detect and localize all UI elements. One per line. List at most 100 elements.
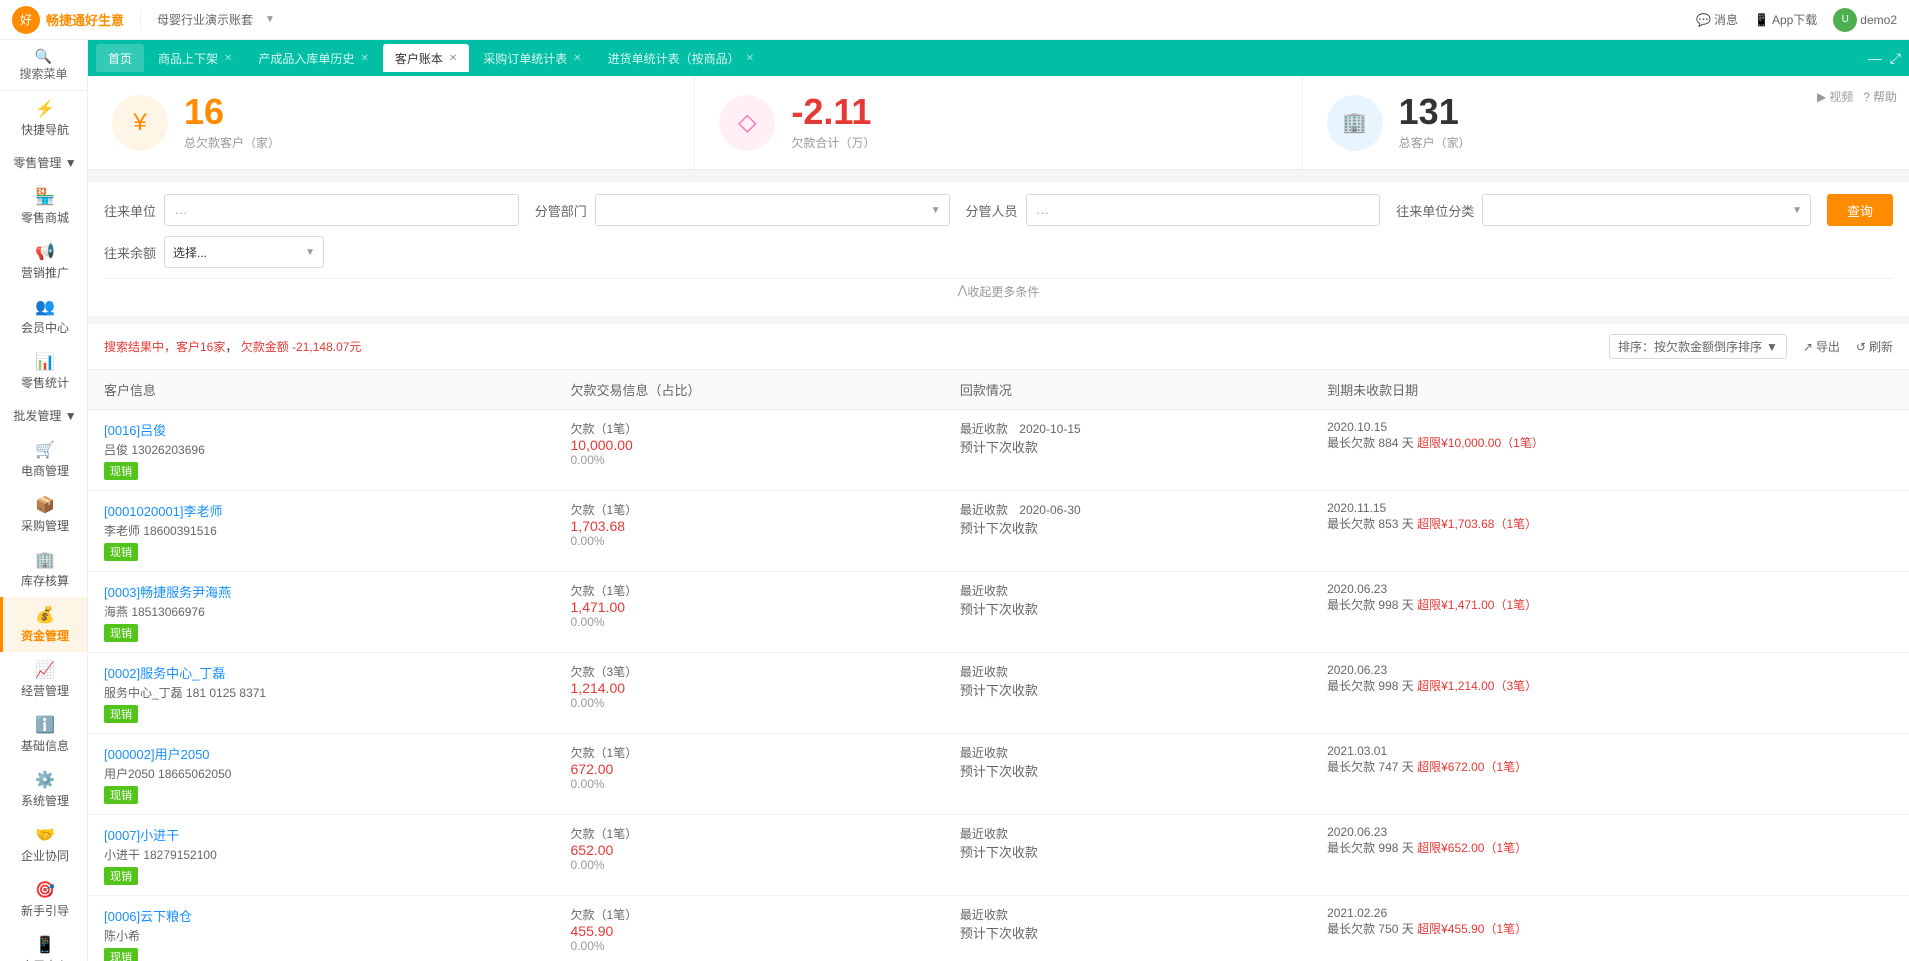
help-btn[interactable]: ? 帮助 — [1863, 88, 1897, 105]
customer-code-5[interactable]: [0007]小进干 — [104, 825, 539, 844]
from-unit-input[interactable]: ... — [164, 194, 519, 226]
customer-code-1[interactable]: [0001020001]李老师 — [104, 501, 539, 520]
overdue-amount-4[interactable]: 超限¥672.00（1笔） — [1417, 760, 1527, 774]
sidebar-item-ecommerce[interactable]: 🛒 电商管理 — [0, 432, 87, 487]
app-download-btn[interactable]: 📱 App下载 — [1754, 11, 1817, 28]
video-btn[interactable]: ▶ 视频 — [1817, 88, 1853, 105]
sidebar-item-member[interactable]: 👥 会员中心 — [0, 289, 87, 344]
tab-purchase-stats-close[interactable]: ✕ — [746, 53, 754, 64]
tab-product-history[interactable]: 产成品入库单历史 ✕ — [246, 44, 380, 72]
tab-bar: 首页 商品上下架 ✕ 产成品入库单历史 ✕ 客户账本 ✕ 采购订单统计表 ✕ 进… — [88, 40, 1909, 76]
refresh-btn[interactable]: ↺ 刷新 — [1856, 338, 1893, 355]
sidebar-item-enterprise[interactable]: 🤝 企业协同 — [0, 817, 87, 872]
sidebar-item-retail-stats[interactable]: 📊 零售统计 — [0, 344, 87, 399]
logo-icon: 好 — [12, 6, 40, 34]
purchase-icon: 📦 — [7, 495, 83, 515]
export-btn[interactable]: ↗ 导出 — [1803, 338, 1840, 355]
filter-area: 往来单位 ... 分管部门 ▼ 分管人员 — [88, 182, 1909, 316]
tab-maximize-btn[interactable]: ⤢ — [1890, 50, 1901, 67]
last-collect-label-5: 最近收款 — [960, 827, 1008, 841]
overdue-amount-5[interactable]: 超限¥652.00（1笔） — [1417, 841, 1527, 855]
debt-amount-3[interactable]: 1,214.00 — [571, 680, 928, 696]
tab-product-history-close[interactable]: ✕ — [360, 53, 368, 64]
debt-count-2: 欠款（1笔） — [571, 582, 928, 599]
balance-select[interactable]: 选择... ▼ — [164, 236, 324, 268]
data-table: 客户信息 欠款交易信息（占比） 回款情况 到期未收款日期 [0016]吕俊 吕俊… — [88, 370, 1909, 961]
collection-cell-1: 最近收款 2020-06-30 预计下次收款 — [944, 491, 1311, 572]
customer-cell-4: [000002]用户2050 用户2050 18665062050 现销 — [88, 734, 555, 815]
table-summary: 搜索结果中，客户16家， 欠款金额 -21,148.07元 — [104, 338, 361, 355]
tab-purchase-stats[interactable]: 进货单统计表（按商品） ✕ — [596, 44, 766, 72]
customer-code-3[interactable]: [0002]服务中心_丁磊 — [104, 663, 539, 682]
overdue-cell-4: 2021.03.01 最长欠款 747 天 超限¥672.00（1笔） — [1311, 734, 1909, 815]
customer-cell-5: [0007]小进干 小进干 18279152100 现销 — [88, 815, 555, 896]
sidebar-item-app-center[interactable]: 📱 应用中心 — [0, 927, 87, 961]
overdue-amount-0[interactable]: 超限¥10,000.00（1笔） — [1417, 436, 1544, 450]
sidebar-item-basic-info[interactable]: ℹ️ 基础信息 — [0, 707, 87, 762]
person-input[interactable]: ... — [1026, 194, 1381, 226]
table-header-bar: 搜索结果中，客户16家， 欠款金额 -21,148.07元 排序：按欠款金额倒序… — [88, 324, 1909, 370]
tab-product-listing-close[interactable]: ✕ — [224, 53, 232, 64]
top-bar-left: 好 畅捷通好生意 母婴行业演示账套 ▼ — [12, 6, 275, 34]
overdue-amount-1[interactable]: 超限¥1,703.68（1笔） — [1417, 517, 1537, 531]
debt-amount-6[interactable]: 455.90 — [571, 923, 928, 939]
sidebar-item-system[interactable]: ⚙️ 系统管理 — [0, 762, 87, 817]
col-overdue: 到期未收款日期 — [1311, 370, 1909, 410]
tab-home[interactable]: 首页 — [96, 44, 144, 72]
sort-select[interactable]: 排序：按欠款金额倒序排序 ▼ — [1609, 334, 1787, 359]
tab-purchase-order-close[interactable]: ✕ — [573, 53, 581, 64]
search-button[interactable]: 查询 — [1827, 194, 1893, 226]
last-collect-label-2: 最近收款 — [960, 584, 1008, 598]
debt-amount-0[interactable]: 10,000.00 — [571, 437, 928, 453]
overdue-amount-icon: ◇ — [719, 95, 775, 151]
sidebar-item-retail-manage[interactable]: 零售管理 ▼ — [0, 146, 87, 179]
overdue-days-2: 最长欠款 998 天 超限¥1,471.00（1笔） — [1327, 596, 1893, 613]
tab-minimize-btn[interactable]: — — [1868, 50, 1882, 67]
unit-category-select[interactable]: ▼ — [1482, 194, 1811, 226]
sidebar-item-operation[interactable]: 📈 经营管理 — [0, 652, 87, 707]
company-dropdown-icon[interactable]: ▼ — [265, 14, 275, 25]
customer-code-6[interactable]: [0006]云下粮仓 — [104, 906, 539, 925]
tab-customer-account[interactable]: 客户账本 ✕ — [383, 44, 469, 72]
overdue-customers-icon: ¥ — [112, 95, 168, 151]
sidebar-item-purchase[interactable]: 📦 采购管理 — [0, 487, 87, 542]
customer-tag-1: 现销 — [104, 543, 138, 561]
debt-count-0: 欠款（1笔） — [571, 420, 928, 437]
sidebar-item-quick-nav[interactable]: ⚡ 快捷导航 — [0, 91, 87, 146]
debt-amount-2[interactable]: 1,471.00 — [571, 599, 928, 615]
collapse-filters[interactable]: ⋀ 收起更多条件 — [104, 278, 1893, 304]
customer-code-2[interactable]: [0003]畅捷服务尹海燕 — [104, 582, 539, 601]
sidebar-item-inventory[interactable]: 🏢 库存核算 — [0, 542, 87, 597]
user-avatar[interactable]: U demo2 — [1833, 8, 1897, 32]
tab-product-listing[interactable]: 商品上下架 ✕ — [146, 44, 244, 72]
customer-code-4[interactable]: [000002]用户2050 — [104, 744, 539, 763]
ecommerce-icon: 🛒 — [7, 440, 83, 460]
overdue-amount-6[interactable]: 超限¥455.90（1笔） — [1417, 922, 1527, 936]
debt-amount-4[interactable]: 672.00 — [571, 761, 928, 777]
avatar-icon: U — [1833, 8, 1857, 32]
collapse-icon: ⋀ — [958, 283, 968, 300]
overdue-amount-2[interactable]: 超限¥1,471.00（1笔） — [1417, 598, 1537, 612]
sidebar-item-newbie[interactable]: 🎯 新手引导 — [0, 872, 87, 927]
sidebar-item-batch-manage[interactable]: 批发管理 ▼ — [0, 399, 87, 432]
debt-amount-5[interactable]: 652.00 — [571, 842, 928, 858]
tab-customer-account-close[interactable]: ✕ — [449, 53, 457, 64]
tab-purchase-order[interactable]: 采购订单统计表 ✕ — [471, 44, 593, 72]
debt-cell-1: 欠款（1笔） 1,703.68 0.00% — [555, 491, 944, 572]
overdue-amount-3[interactable]: 超限¥1,214.00（3笔） — [1417, 679, 1537, 693]
sidebar-item-retail-store[interactable]: 🏪 零售商城 — [0, 179, 87, 234]
debt-amount-1[interactable]: 1,703.68 — [571, 518, 928, 534]
unit-category-arrow: ▼ — [1792, 205, 1802, 216]
retail-store-icon: 🏪 — [7, 187, 83, 207]
message-btn[interactable]: 💬 消息 — [1696, 11, 1738, 28]
customer-code-0[interactable]: [0016]吕俊 — [104, 420, 539, 439]
overdue-days-0: 最长欠款 884 天 超限¥10,000.00（1笔） — [1327, 434, 1893, 451]
dept-select[interactable]: ▼ — [595, 194, 950, 226]
filter-unit-category: 往来单位分类 ▼ — [1396, 194, 1811, 226]
sidebar-item-finance[interactable]: 💰 资金管理 — [0, 597, 87, 652]
filter-person: 分管人员 ... — [966, 194, 1381, 226]
collection-last-5: 最近收款 — [960, 825, 1295, 842]
sidebar-item-marketing[interactable]: 📢 营销推广 — [0, 234, 87, 289]
overdue-date-0: 2020.10.15 — [1327, 420, 1893, 434]
sidebar-search[interactable]: 🔍 搜索菜单 — [0, 40, 87, 91]
